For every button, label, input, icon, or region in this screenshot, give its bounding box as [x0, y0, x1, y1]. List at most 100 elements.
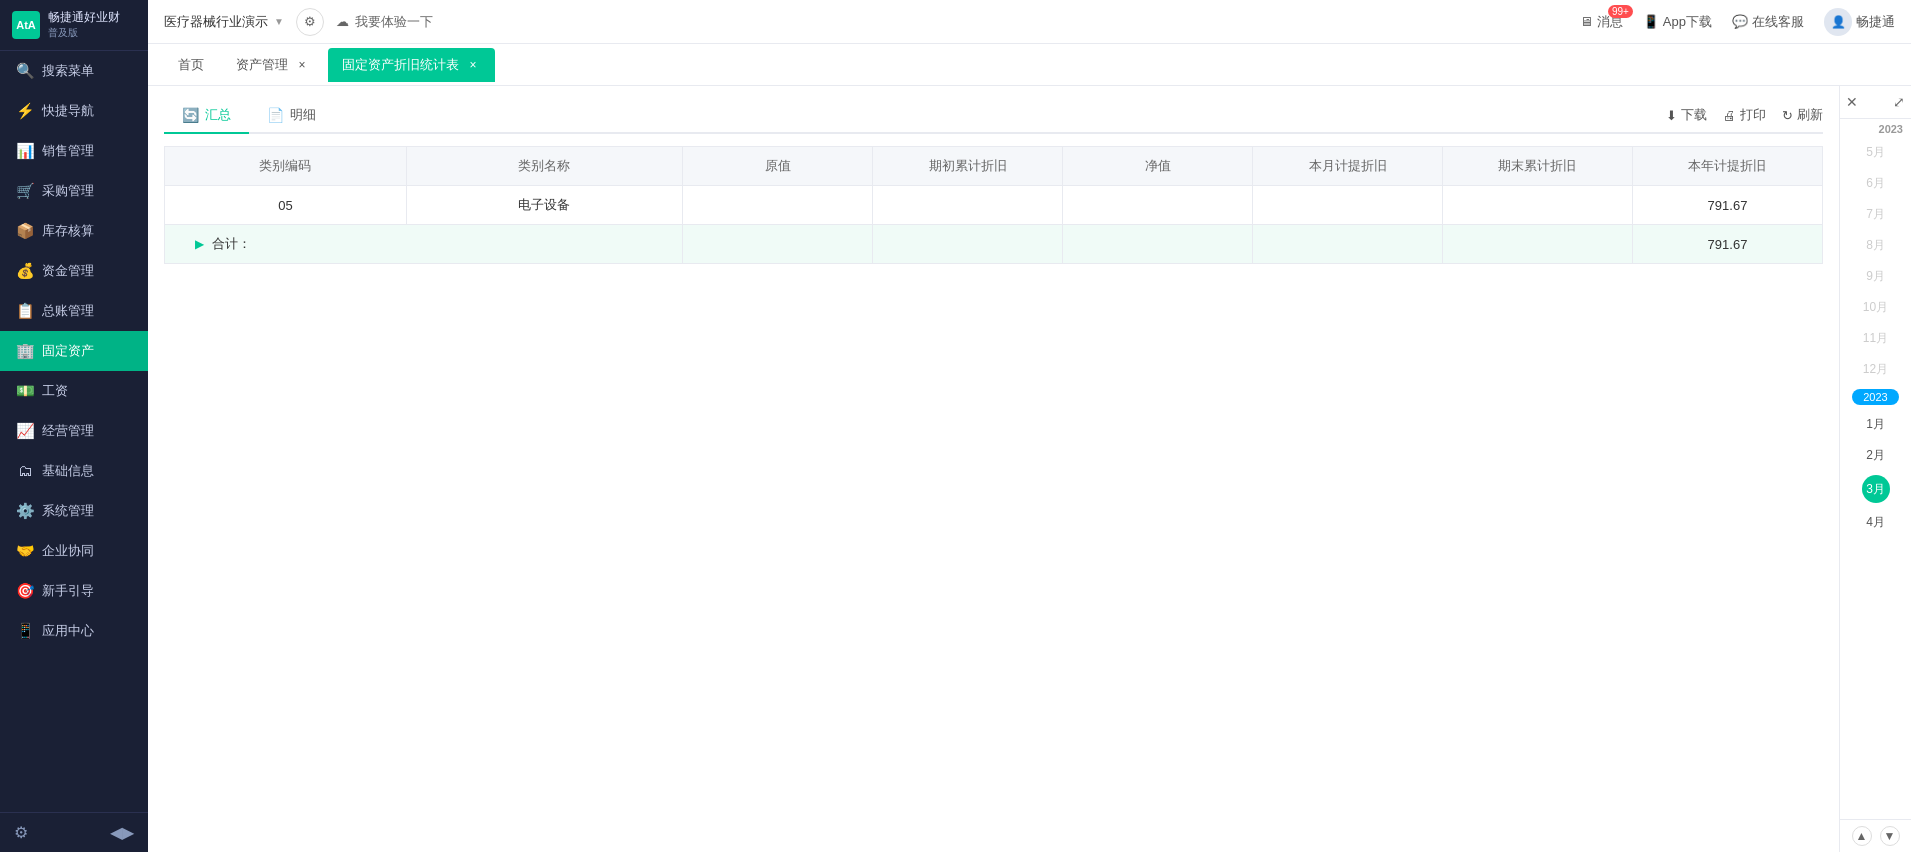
download-icon: 📱	[1643, 14, 1659, 29]
panel-inner: 🔄 汇总 📄 明细 ⬇ 下载 🖨 打印	[164, 98, 1823, 840]
subtotal-original	[683, 225, 873, 264]
messages-button[interactable]: 🖥 消息 99+	[1580, 13, 1623, 31]
date-nav-up-button[interactable]: ▲	[1852, 826, 1872, 846]
service-icon: 💬	[1732, 14, 1748, 29]
sidebar-item-finance[interactable]: 💰 资金管理	[0, 251, 148, 291]
tab-asset-mgmt-close[interactable]: ×	[294, 57, 310, 73]
subtotal-accum-begin	[873, 225, 1063, 264]
sidebar-item-label: 总账管理	[42, 302, 94, 320]
finance-icon: 💰	[16, 262, 34, 280]
download-label: 下载	[1681, 106, 1707, 124]
sidebar-item-label: 销售管理	[42, 142, 94, 160]
date-item-8[interactable]: 8月	[1840, 230, 1911, 261]
quicknav-icon: ⚡	[16, 102, 34, 120]
sidebar-item-cooperation[interactable]: 🤝 企业协同	[0, 531, 148, 571]
depreciation-table: 类别编码 类别名称 原值 期初累计折旧 净值 本月计提折旧 期末累计折旧 本年计…	[164, 146, 1823, 264]
download-icon: ⬇	[1666, 108, 1677, 123]
date-panel-header: ✕ ⤢	[1840, 86, 1911, 119]
date-item-1[interactable]: 1月	[1840, 409, 1911, 440]
appstore-icon: 📱	[16, 622, 34, 640]
sidebar-item-quicknav[interactable]: ⚡ 快捷导航	[0, 91, 148, 131]
summary-icon: 🔄	[182, 107, 199, 123]
collapse-icon[interactable]: ◀▶	[110, 823, 134, 842]
date-item-10[interactable]: 10月	[1840, 292, 1911, 323]
online-service-button[interactable]: 💬 在线客服	[1732, 13, 1804, 31]
content-area: 🔄 汇总 📄 明细 ⬇ 下载 🖨 打印	[148, 86, 1911, 852]
header-code: 类别编码	[165, 147, 407, 186]
print-icon: 🖨	[1723, 108, 1736, 123]
experience-button[interactable]: ☁ 我要体验一下	[336, 13, 433, 31]
sidebar-item-label: 应用中心	[42, 622, 94, 640]
date-nav-down-button[interactable]: ▼	[1880, 826, 1900, 846]
sidebar-item-system[interactable]: ⚙️ 系统管理	[0, 491, 148, 531]
date-item-5[interactable]: 5月	[1840, 137, 1911, 168]
sidebar-item-sales[interactable]: 📊 销售管理	[0, 131, 148, 171]
date-panel-close-button[interactable]: ✕	[1846, 94, 1858, 110]
date-item-3-active[interactable]: 3月	[1862, 475, 1890, 503]
date-item-12[interactable]: 12月	[1840, 354, 1911, 385]
sidebar-item-basic[interactable]: 🗂 基础信息	[0, 451, 148, 491]
year-badge: 2023	[1852, 389, 1899, 405]
experience-label: 我要体验一下	[355, 13, 433, 31]
main-panel: 🔄 汇总 📄 明细 ⬇ 下载 🖨 打印	[148, 86, 1839, 852]
print-button[interactable]: 🖨 打印	[1723, 106, 1766, 124]
row-original	[683, 186, 873, 225]
sidebar-item-fixed[interactable]: 🏢 固定资产	[0, 331, 148, 371]
subtab-detail[interactable]: 📄 明细	[249, 98, 334, 134]
refresh-button[interactable]: ↻ 刷新	[1782, 106, 1823, 124]
detail-icon: 📄	[267, 107, 284, 123]
header-monthly: 本月计提折旧	[1253, 147, 1443, 186]
sidebar-item-label: 资金管理	[42, 262, 94, 280]
header-net: 净值	[1063, 147, 1253, 186]
tab-home-label: 首页	[178, 56, 204, 74]
username-label: 畅捷通	[1856, 13, 1895, 31]
tab-depreciation-close[interactable]: ×	[465, 57, 481, 73]
date-item-6[interactable]: 6月	[1840, 168, 1911, 199]
settings-button[interactable]: ⚙	[296, 8, 324, 36]
date-item-9[interactable]: 9月	[1840, 261, 1911, 292]
sidebar-item-guide[interactable]: 🎯 新手引导	[0, 571, 148, 611]
table-wrapper: 类别编码 类别名称 原值 期初累计折旧 净值 本月计提折旧 期末累计折旧 本年计…	[164, 146, 1823, 840]
subtotal-label: ▶ 合计：	[165, 225, 683, 264]
settings-icon[interactable]: ⚙	[14, 823, 28, 842]
date-item-4[interactable]: 4月	[1840, 507, 1911, 538]
guide-icon: 🎯	[16, 582, 34, 600]
tabbar: 首页 资产管理 × 固定资产折旧统计表 ×	[148, 44, 1911, 86]
sidebar-item-inventory[interactable]: 📦 库存核算	[0, 211, 148, 251]
company-selector[interactable]: 医疗器械行业演示 ▼	[164, 13, 284, 31]
sidebar-item-purchase[interactable]: 🛒 采购管理	[0, 171, 148, 211]
company-name: 医疗器械行业演示	[164, 13, 268, 31]
app-download-button[interactable]: 📱 App下载	[1643, 13, 1712, 31]
app-download-label: App下载	[1663, 13, 1712, 31]
table-row: 05 电子设备 791.67	[165, 186, 1823, 225]
sidebar-item-ledger[interactable]: 📋 总账管理	[0, 291, 148, 331]
sidebar-item-salary[interactable]: 💵 工资	[0, 371, 148, 411]
operations-icon: 📈	[16, 422, 34, 440]
subtab-summary[interactable]: 🔄 汇总	[164, 98, 249, 134]
date-item-2[interactable]: 2月	[1840, 440, 1911, 471]
date-item-11[interactable]: 11月	[1840, 323, 1911, 354]
sidebar-item-appstore[interactable]: 📱 应用中心	[0, 611, 148, 651]
avatar: 👤	[1824, 8, 1852, 36]
date-item-7[interactable]: 7月	[1840, 199, 1911, 230]
logo-icon: AtA	[12, 11, 40, 39]
row-code: 05	[165, 186, 407, 225]
sidebar-item-label: 企业协同	[42, 542, 94, 560]
date-panel-expand-button[interactable]: ⤢	[1893, 94, 1905, 110]
user-button[interactable]: 👤 畅捷通	[1824, 8, 1895, 36]
tab-home[interactable]: 首页	[164, 48, 218, 82]
sidebar-item-label: 基础信息	[42, 462, 94, 480]
tab-asset-mgmt[interactable]: 资产管理 ×	[222, 48, 324, 82]
tab-depreciation[interactable]: 固定资产折旧统计表 ×	[328, 48, 495, 82]
system-icon: ⚙️	[16, 502, 34, 520]
download-button[interactable]: ⬇ 下载	[1666, 106, 1707, 124]
sidebar-item-label: 采购管理	[42, 182, 94, 200]
salary-icon: 💵	[16, 382, 34, 400]
date-panel-footer: ▲ ▼	[1840, 819, 1911, 852]
sidebar-item-label: 工资	[42, 382, 68, 400]
sidebar-item-search[interactable]: 🔍 搜索菜单	[0, 51, 148, 91]
row-accum-begin	[873, 186, 1063, 225]
row-name: 电子设备	[406, 186, 682, 225]
sidebar-item-operations[interactable]: 📈 经营管理	[0, 411, 148, 451]
sidebar: AtA 畅捷通好业财 普及版 🔍 搜索菜单 ⚡ 快捷导航 📊 销售管理 🛒 采购…	[0, 0, 148, 852]
